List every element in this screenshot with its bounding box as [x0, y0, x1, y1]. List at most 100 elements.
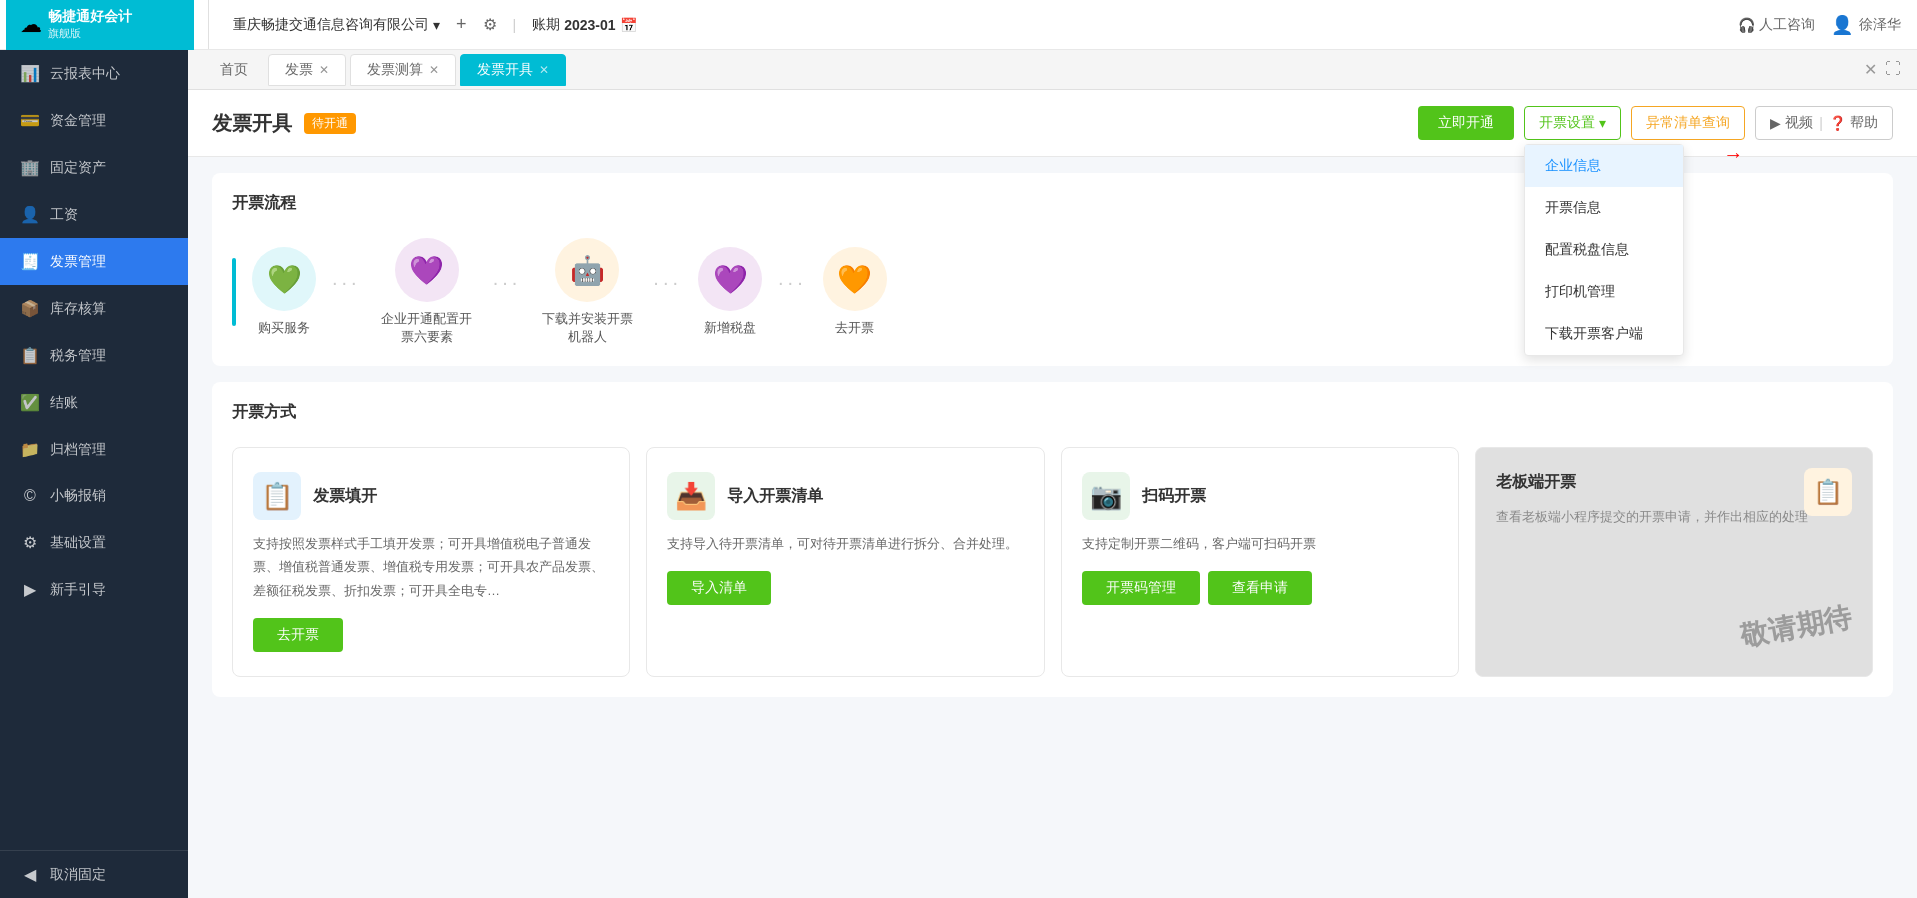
sidebar-label-guding: 固定资产 [50, 159, 106, 177]
calendar-icon[interactable]: 📅 [620, 17, 637, 33]
flow-step-newtax: 💜 新增税盘 [698, 247, 762, 337]
sidebar-item-guidang[interactable]: 📁 归档管理 [0, 426, 188, 473]
settings-gear-icon[interactable]: ⚙ [483, 15, 497, 34]
method-boss-header: 老板端开票 [1496, 472, 1852, 493]
content-header: 发票开具 待开通 立即开通 开票设置 ▾ [188, 90, 1917, 157]
tab-label-fapiaocesuan: 发票测算 [367, 61, 423, 79]
sidebar-item-yunbao[interactable]: 📊 云报表中心 [0, 50, 188, 97]
sidebar-item-shuiwu[interactable]: 📋 税务管理 [0, 332, 188, 379]
dropdown-item-dayin[interactable]: 打印机管理 [1525, 271, 1683, 313]
sidebar-item-fapiao[interactable]: 🧾 发票管理 [0, 238, 188, 285]
sidebar-label-kucun: 库存核算 [50, 300, 106, 318]
step-circle-go: 🧡 [823, 247, 887, 311]
settings-dropdown-wrapper: 开票设置 ▾ → 企业信息开票信息配置税盘信息打印机管理下载开票客户端 [1524, 106, 1621, 140]
sidebar-icon-guding: 🏢 [20, 158, 40, 177]
tab-close-fapiaokaibu[interactable]: ✕ [539, 63, 549, 77]
logo-icon: ☁ [20, 12, 42, 38]
method-scan-apply-btn[interactable]: 查看申请 [1208, 571, 1312, 605]
sidebar-icon-gongzi: 👤 [20, 205, 40, 224]
tab-fapiaokaibu[interactable]: 发票开具✕ [460, 54, 566, 86]
method-fill-desc: 支持按照发票样式手工填开发票；可开具增值税电子普通发票、增值税普通发票、增值税专… [253, 532, 609, 602]
tab-close-fapiao[interactable]: ✕ [319, 63, 329, 77]
method-scan-code-btn[interactable]: 开票码管理 [1082, 571, 1200, 605]
video-button[interactable]: ▶ 视频 | ❓ 帮助 [1755, 106, 1893, 140]
method-fill: 📋 发票填开 支持按照发票样式手工填开发票；可开具增值税电子普通发票、增值税普通… [232, 447, 630, 677]
sidebar-bottom: ◀ 取消固定 [0, 850, 188, 898]
tab-home[interactable]: 首页 [204, 55, 264, 85]
user-info[interactable]: 👤 徐泽华 [1831, 14, 1901, 36]
header-actions: 立即开通 开票设置 ▾ → 企业信息开票信息配置税盘信息打印机管理 [1418, 106, 1893, 140]
sidebar-scroll: 📊 云报表中心 💳 资金管理 🏢 固定资产 👤 工资 🧾 发票管理 📦 库存核算… [0, 50, 188, 850]
activate-button[interactable]: 立即开通 [1418, 106, 1514, 140]
flow-arrow-3: ··· [778, 271, 807, 314]
sidebar-icon-xiaochang: © [20, 487, 40, 505]
step-circle-newtax: 💜 [698, 247, 762, 311]
sidebar-label-yunbao: 云报表中心 [50, 65, 120, 83]
sidebar-item-guding[interactable]: 🏢 固定资产 [0, 144, 188, 191]
methods-section: 开票方式 📋 发票填开 支持按照发票样式手工填开发票；可开具增值税电子普通发票、… [212, 382, 1893, 697]
method-import-btn[interactable]: 导入清单 [667, 571, 771, 605]
sidebar-item-jichushezhi[interactable]: ⚙ 基础设置 [0, 519, 188, 566]
period-value: 2023-01 [564, 17, 615, 33]
method-boss-title: 老板端开票 [1496, 472, 1576, 493]
tab-fapiaocesuan[interactable]: 发票测算 ✕ [350, 54, 456, 86]
sidebar-label-xinshouyin: 新手引导 [50, 581, 106, 599]
sidebar-label-fapiao: 发票管理 [50, 253, 106, 271]
user-name: 徐泽华 [1859, 16, 1901, 34]
coming-soon-overlay: 敬请期待 [1738, 599, 1855, 656]
dropdown-item-xiazai[interactable]: 下载开票客户端 [1525, 313, 1683, 355]
method-scan-btns: 开票码管理 查看申请 [1082, 571, 1438, 605]
flow-arrow-1: ··· [493, 271, 522, 314]
user-avatar-icon: 👤 [1831, 14, 1853, 36]
sidebar-icon-shuiwu: 📋 [20, 346, 40, 365]
company-selector[interactable]: 重庆畅捷交通信息咨询有限公司 ▾ [233, 16, 440, 34]
sidebar-item-cancel-fixed[interactable]: ◀ 取消固定 [0, 851, 188, 898]
sidebar-item-xinshouyin[interactable]: ▶ 新手引导 [0, 566, 188, 613]
company-name-text: 重庆畅捷交通信息咨询有限公司 [233, 16, 429, 34]
flow-arrow-2: ··· [653, 271, 682, 314]
exception-button[interactable]: 异常清单查询 [1631, 106, 1745, 140]
close-window-icon[interactable]: ✕ [1864, 60, 1877, 79]
play-icon: ▶ [1770, 115, 1781, 131]
flow-step-buy: 💚 购买服务 [252, 247, 316, 337]
method-fill-icon: 📋 [253, 472, 301, 520]
consult-button[interactable]: 🎧 人工咨询 [1738, 16, 1815, 34]
period-label: 账期 [532, 16, 560, 34]
maximize-window-icon[interactable]: ⛶ [1885, 60, 1901, 79]
method-scan-icon: 📷 [1082, 472, 1130, 520]
method-scan-title: 扫码开票 [1142, 486, 1206, 507]
sidebar-item-kucun[interactable]: 📦 库存核算 [0, 285, 188, 332]
dropdown-item-peizhi[interactable]: 配置税盘信息 [1525, 229, 1683, 271]
step-label-newtax: 新增税盘 [704, 319, 756, 337]
tab-fapiao[interactable]: 发票✕ [268, 54, 346, 86]
sidebar-item-jiezhang[interactable]: ✅ 结账 [0, 379, 188, 426]
method-fill-btn[interactable]: 去开票 [253, 618, 343, 652]
tab-close-fapiaocesuan[interactable]: ✕ [429, 63, 439, 77]
company-dropdown-arrow: ▾ [433, 17, 440, 33]
dropdown-item-qiyexinxi[interactable]: 企业信息 [1525, 145, 1683, 187]
cancel-fixed-icon: ◀ [20, 865, 40, 884]
settings-button[interactable]: 开票设置 ▾ [1524, 106, 1621, 140]
step-circle-download: 🤖 [555, 238, 619, 302]
red-arrow: → [1723, 143, 1743, 166]
add-company-btn[interactable]: + [456, 14, 467, 35]
sidebar-item-gongzi[interactable]: 👤 工资 [0, 191, 188, 238]
sidebar-item-xiaochang[interactable]: © 小畅报销 [0, 473, 188, 519]
page-title: 发票开具 [212, 110, 292, 137]
flow-step-download: 🤖 下载并安装开票机器人 [537, 238, 637, 346]
sidebar-label-jiezhang: 结账 [50, 394, 78, 412]
dropdown-item-kaipiaoxinxi[interactable]: 开票信息 [1525, 187, 1683, 229]
sidebar-icon-jichushezhi: ⚙ [20, 533, 40, 552]
method-boss-desc: 查看老板端小程序提交的开票申请，并作出相应的处理 [1496, 505, 1852, 528]
sidebar-icon-jiezhang: ✅ [20, 393, 40, 412]
sidebar-label-xiaochang: 小畅报销 [50, 487, 106, 505]
content-area: 首页发票✕发票测算✕发票开具✕ ✕ ⛶ 发票开具 待开通 立即开通 [188, 50, 1917, 898]
step-circle-buy: 💚 [252, 247, 316, 311]
sidebar-icon-xinshouyin: ▶ [20, 580, 40, 599]
settings-dropdown-menu: → 企业信息开票信息配置税盘信息打印机管理下载开票客户端 [1524, 144, 1684, 356]
method-fill-title: 发票填开 [313, 486, 377, 507]
sidebar-item-zijin[interactable]: 💳 资金管理 [0, 97, 188, 144]
method-scan: 📷 扫码开票 支持定制开票二维码，客户端可扫码开票 开票码管理 查看申请 [1061, 447, 1459, 677]
method-scan-header: 📷 扫码开票 [1082, 472, 1438, 520]
method-scan-desc: 支持定制开票二维码，客户端可扫码开票 [1082, 532, 1438, 555]
